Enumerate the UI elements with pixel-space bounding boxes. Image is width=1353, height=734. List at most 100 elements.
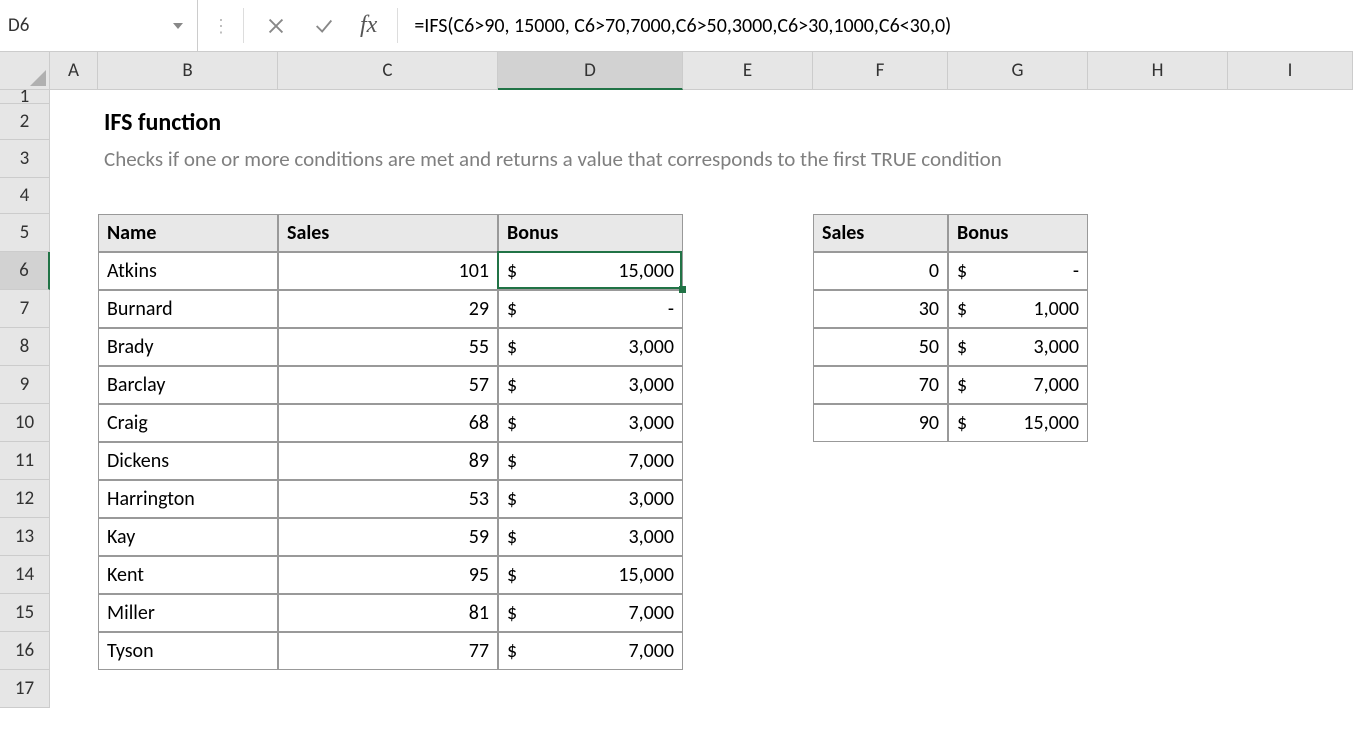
bonus-value: 3,000 — [517, 373, 674, 397]
page-subtitle: Checks if one or more conditions are met… — [98, 140, 1353, 178]
table-header-name[interactable]: Name — [98, 214, 278, 252]
table-row[interactable]: $1,000 — [948, 290, 1088, 328]
table-row[interactable]: 70 — [813, 366, 948, 404]
row-header-2[interactable]: 2 — [0, 104, 50, 140]
lookup-header-sales[interactable]: Sales — [813, 214, 948, 252]
table-row[interactable]: Dickens — [98, 442, 278, 480]
table-row[interactable]: Kay — [98, 518, 278, 556]
row-header-6[interactable]: 6 — [0, 252, 50, 290]
table-header-bonus[interactable]: Bonus — [498, 214, 683, 252]
column-header-E[interactable]: E — [683, 52, 813, 90]
table-row[interactable]: 30 — [813, 290, 948, 328]
table-row[interactable]: 55 — [278, 328, 498, 366]
formula-input[interactable] — [406, 0, 1353, 51]
table-header-sales[interactable]: Sales — [278, 214, 498, 252]
row-header-7[interactable]: 7 — [0, 290, 50, 328]
cancel-button[interactable] — [252, 0, 300, 51]
column-header-A[interactable]: A — [50, 52, 98, 90]
row-header-5[interactable]: 5 — [0, 214, 50, 252]
table-row[interactable]: $7,000 — [948, 366, 1088, 404]
table-row[interactable]: $15,000 — [498, 252, 683, 290]
grid-body[interactable]: IFS functionChecks if one or more condit… — [50, 90, 1353, 708]
currency-symbol: $ — [957, 335, 967, 359]
table-row[interactable]: $7,000 — [498, 632, 683, 670]
table-row[interactable]: 0 — [813, 252, 948, 290]
row-header-10[interactable]: 10 — [0, 404, 50, 442]
column-headers: ABCDEFGHI — [50, 52, 1353, 90]
column-header-F[interactable]: F — [813, 52, 948, 90]
table-row[interactable]: $15,000 — [948, 404, 1088, 442]
row-header-17[interactable]: 17 — [0, 670, 50, 708]
column-header-I[interactable]: I — [1228, 52, 1353, 90]
chevron-down-icon[interactable] — [173, 23, 183, 29]
column-header-G[interactable]: G — [948, 52, 1088, 90]
table-row[interactable]: $7,000 — [498, 442, 683, 480]
table-row[interactable]: 81 — [278, 594, 498, 632]
row-header-14[interactable]: 14 — [0, 556, 50, 594]
row-header-8[interactable]: 8 — [0, 328, 50, 366]
fx-icon[interactable]: fx — [348, 12, 389, 39]
check-icon — [313, 15, 335, 37]
table-row[interactable]: $15,000 — [498, 556, 683, 594]
column-header-D[interactable]: D — [498, 52, 683, 90]
currency-symbol: $ — [957, 259, 967, 283]
row-header-13[interactable]: 13 — [0, 518, 50, 556]
column-header-H[interactable]: H — [1088, 52, 1228, 90]
name-box-value: D6 — [8, 14, 173, 37]
bonus-value: 3,000 — [517, 411, 674, 435]
table-row[interactable]: Barclay — [98, 366, 278, 404]
bonus-value: 3,000 — [517, 525, 674, 549]
bonus-value: 15,000 — [967, 411, 1079, 435]
table-row[interactable]: $7,000 — [498, 594, 683, 632]
table-row[interactable]: Miller — [98, 594, 278, 632]
table-row[interactable]: 29 — [278, 290, 498, 328]
table-row[interactable]: $3,000 — [498, 328, 683, 366]
table-row[interactable]: 57 — [278, 366, 498, 404]
table-row[interactable]: Brady — [98, 328, 278, 366]
table-row[interactable]: $- — [948, 252, 1088, 290]
table-row[interactable]: 50 — [813, 328, 948, 366]
row-header-4[interactable]: 4 — [0, 178, 50, 214]
table-row[interactable]: $- — [498, 290, 683, 328]
table-row[interactable]: 95 — [278, 556, 498, 594]
name-box[interactable]: D6 — [0, 0, 198, 51]
table-row[interactable]: 89 — [278, 442, 498, 480]
fill-handle[interactable] — [679, 286, 686, 293]
row-header-15[interactable]: 15 — [0, 594, 50, 632]
table-row[interactable]: $3,000 — [948, 328, 1088, 366]
table-row[interactable]: Tyson — [98, 632, 278, 670]
enter-button[interactable] — [300, 0, 348, 51]
table-row[interactable]: Burnard — [98, 290, 278, 328]
table-row[interactable]: 68 — [278, 404, 498, 442]
row-header-12[interactable]: 12 — [0, 480, 50, 518]
table-row[interactable]: $3,000 — [498, 404, 683, 442]
row-header-9[interactable]: 9 — [0, 366, 50, 404]
currency-symbol: $ — [507, 297, 517, 321]
x-icon — [265, 15, 287, 37]
column-header-B[interactable]: B — [98, 52, 278, 90]
table-row[interactable]: 53 — [278, 480, 498, 518]
divider — [397, 8, 398, 44]
column-header-C[interactable]: C — [278, 52, 498, 90]
table-row[interactable]: Harrington — [98, 480, 278, 518]
currency-symbol: $ — [507, 639, 517, 663]
currency-symbol: $ — [957, 373, 967, 397]
row-header-16[interactable]: 16 — [0, 632, 50, 670]
table-row[interactable]: $3,000 — [498, 366, 683, 404]
bonus-value: 7,000 — [517, 601, 674, 625]
table-row[interactable]: Kent — [98, 556, 278, 594]
row-header-1[interactable]: 1 — [0, 90, 50, 104]
bonus-value: 3,000 — [517, 335, 674, 359]
table-row[interactable]: $3,000 — [498, 480, 683, 518]
select-all-corner[interactable] — [0, 52, 50, 90]
row-header-3[interactable]: 3 — [0, 140, 50, 178]
table-row[interactable]: 59 — [278, 518, 498, 556]
table-row[interactable]: 77 — [278, 632, 498, 670]
table-row[interactable]: Atkins — [98, 252, 278, 290]
table-row[interactable]: 90 — [813, 404, 948, 442]
lookup-header-bonus[interactable]: Bonus — [948, 214, 1088, 252]
table-row[interactable]: 101 — [278, 252, 498, 290]
table-row[interactable]: $3,000 — [498, 518, 683, 556]
table-row[interactable]: Craig — [98, 404, 278, 442]
row-header-11[interactable]: 11 — [0, 442, 50, 480]
